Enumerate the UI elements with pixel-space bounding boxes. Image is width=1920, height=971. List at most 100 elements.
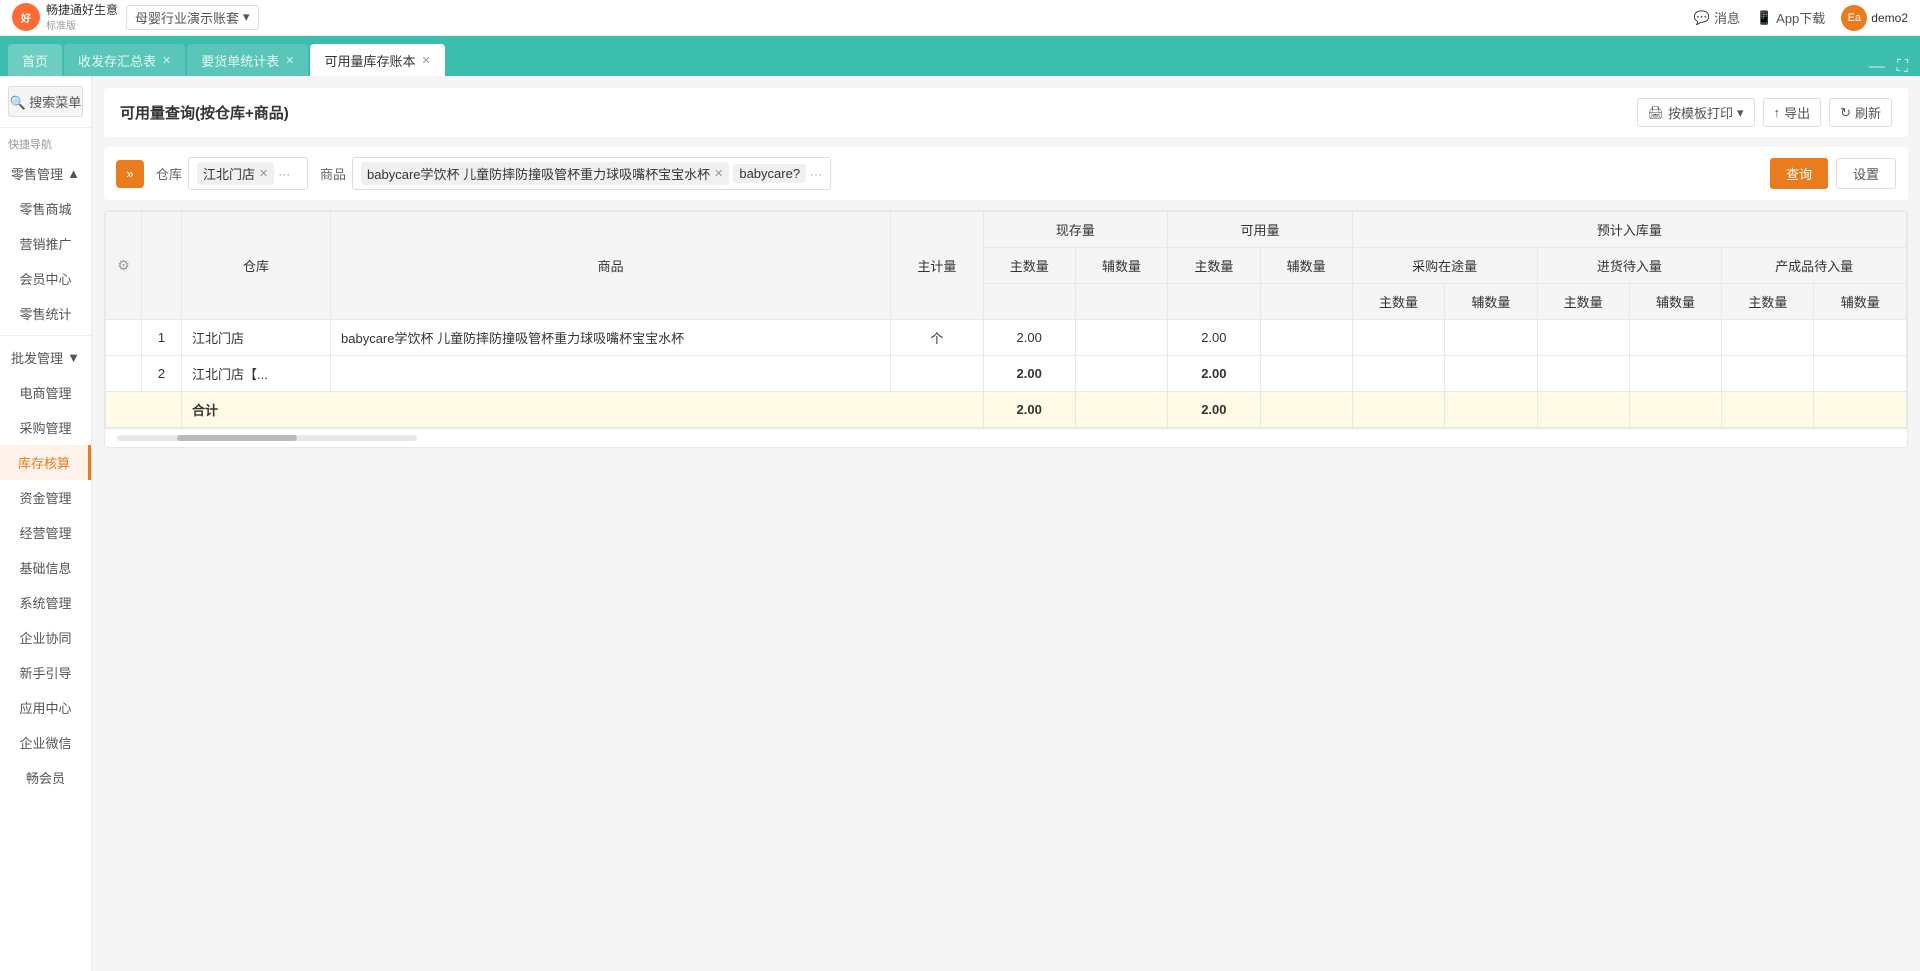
product-tag-1: babycare学饮杯 儿童防摔防撞吸管杯重力球吸嘴杯宝宝水杯 ✕	[361, 162, 729, 185]
sidebar-item-purchase[interactable]: 采购管理	[0, 410, 91, 445]
message-icon: 💬	[1694, 10, 1710, 26]
sidebar-item-retail-mall[interactable]: 零售商城	[0, 191, 91, 226]
warehouse-filter-label: 仓库	[156, 164, 182, 183]
sidebar-item-system[interactable]: 系统管理	[0, 585, 91, 620]
row2-stock-main: 2.00	[983, 356, 1075, 392]
content-area: 可用量查询(按仓库+商品) 🖨 按模板打印 ▾ ↑ 导出 ↻ 刷新	[92, 76, 1920, 971]
summary-incoming-aux	[1629, 392, 1721, 428]
tab-order-stats-label: 要货单统计表	[201, 51, 279, 70]
sidebar-item-inventory[interactable]: 库存核算	[0, 445, 91, 480]
sidebar-item-app-center[interactable]: 应用中心	[0, 690, 91, 725]
col-avail-aux2	[1260, 284, 1352, 320]
sidebar: 🔍 搜索菜单 快捷导航 零售管理 ▲ 零售商城 营销推广 会员中心 零售统计 批…	[0, 76, 92, 971]
nav-tabs: 首页 收发存汇总表 ✕ 要货单统计表 ✕ 可用量库存账本 ✕ — ⛶	[0, 36, 1920, 76]
warehouse-tag-close[interactable]: ✕	[259, 167, 268, 180]
sidebar-item-member-center[interactable]: 会员中心	[0, 261, 91, 296]
sidebar-item-finance[interactable]: 资金管理	[0, 480, 91, 515]
summary-avail-aux	[1260, 392, 1352, 428]
row2-incoming-main	[1537, 356, 1629, 392]
sidebar-item-retail-stats[interactable]: 零售统计	[0, 296, 91, 331]
sidebar-item-vip-member[interactable]: 畅会员	[0, 760, 91, 795]
logo-area: 好 畅捷通好生意 标准版	[12, 3, 118, 32]
refresh-btn[interactable]: ↻ 刷新	[1829, 98, 1892, 127]
table-container: ⚙ 仓库 商品 主计量 现存量 可用量 预计入库量 主数量 辅数量 主数量	[104, 210, 1908, 448]
query-btn[interactable]: 查询	[1770, 158, 1828, 189]
sidebar-item-basic-info[interactable]: 基础信息	[0, 550, 91, 585]
message-btn[interactable]: 💬 消息	[1694, 8, 1740, 27]
scrollbar-thumb[interactable]	[177, 435, 297, 441]
horizontal-scrollbar[interactable]	[117, 435, 417, 441]
sidebar-item-enterprise-wechat[interactable]: 企业微信	[0, 725, 91, 760]
col-avail-aux: 辅数量	[1260, 248, 1352, 284]
tab-available-stock[interactable]: 可用量库存账本 ✕	[310, 44, 444, 76]
industry-selector[interactable]: 母婴行业演示账套 ▾	[126, 5, 259, 30]
product-filter-label: 商品	[320, 164, 346, 183]
warehouse-more-icon: ···	[278, 167, 290, 181]
refresh-icon: ↻	[1840, 105, 1851, 121]
sidebar-item-ecommerce[interactable]: 电商管理	[0, 375, 91, 410]
page-header: 可用量查询(按仓库+商品) 🖨 按模板打印 ▾ ↑ 导出 ↻ 刷新	[104, 88, 1908, 137]
product-tag-1-close[interactable]: ✕	[714, 167, 723, 180]
row1-incoming-aux	[1629, 320, 1721, 356]
sidebar-vip-member-label: 畅会员	[26, 768, 65, 787]
tab-order-stats[interactable]: 要货单统计表 ✕	[187, 44, 308, 76]
row1-stock-main: 2.00	[983, 320, 1075, 356]
table-row: 2 江北门店【... 2.00 2.00	[106, 356, 1907, 392]
row1-stock-aux	[1075, 320, 1167, 356]
sidebar-item-enterprise-collab[interactable]: 企业协同	[0, 620, 91, 655]
tab-available-stock-close[interactable]: ✕	[422, 54, 431, 67]
summary-purchase-main	[1352, 392, 1444, 428]
nav-maximize-btn[interactable]: ⛶	[1893, 58, 1912, 76]
page-title: 可用量查询(按仓库+商品)	[120, 102, 289, 123]
row2-unit	[891, 356, 983, 392]
sidebar-item-marketing[interactable]: 营销推广	[0, 226, 91, 261]
summary-purchase-aux	[1445, 392, 1537, 428]
row1-avail-aux	[1260, 320, 1352, 356]
export-btn[interactable]: ↑ 导出	[1763, 98, 1822, 127]
top-bar-right: 💬 消息 📱 App下载 Ea demo2	[1694, 5, 1908, 31]
tab-home[interactable]: 首页	[8, 44, 62, 76]
row2-settings	[106, 356, 142, 392]
chevron-right-icon: »	[126, 166, 133, 181]
logo-text: 畅捷通好生意	[46, 3, 118, 17]
product-more-icon: ···	[810, 167, 822, 181]
col-stock-main2	[983, 284, 1075, 320]
sidebar-item-ops[interactable]: 经营管理	[0, 515, 91, 550]
row1-product: babycare学饮杯 儿童防摔防撞吸管杯重力球吸嘴杯宝宝水杯	[331, 320, 891, 356]
col-avail-main: 主数量	[1168, 248, 1260, 284]
filter-expand-btn[interactable]: »	[116, 160, 144, 188]
col-warehouse: 仓库	[182, 212, 331, 320]
col-incoming-main: 主数量	[1537, 284, 1629, 320]
data-table: ⚙ 仓库 商品 主计量 现存量 可用量 预计入库量 主数量 辅数量 主数量	[105, 211, 1907, 428]
tab-receive-summary-close[interactable]: ✕	[162, 54, 171, 67]
user-area[interactable]: Ea demo2	[1841, 5, 1908, 31]
product-filter-input[interactable]: babycare学饮杯 儿童防摔防撞吸管杯重力球吸嘴杯宝宝水杯 ✕ babyca…	[352, 157, 831, 190]
col-purchase-aux: 辅数量	[1445, 284, 1537, 320]
row1-settings	[106, 320, 142, 356]
sidebar-quick-nav-label: 快捷导航	[0, 128, 91, 156]
row1-unit: 个	[891, 320, 983, 356]
tab-order-stats-close[interactable]: ✕	[285, 54, 294, 67]
row2-seq: 2	[142, 356, 182, 392]
sidebar-purchase-label: 采购管理	[19, 418, 71, 437]
print-icon: 🖨	[1648, 105, 1665, 121]
app-download-btn[interactable]: 📱 App下载	[1756, 8, 1825, 27]
nav-end-btns: — ⛶	[1865, 58, 1920, 76]
sidebar-item-new-guide[interactable]: 新手引导	[0, 655, 91, 690]
sidebar-search-btn[interactable]: 🔍 搜索菜单	[8, 86, 83, 117]
sidebar-basic-info-label: 基础信息	[19, 558, 71, 577]
nav-minimize-btn[interactable]: —	[1865, 58, 1889, 76]
sidebar-retail-mgmt-label: 零售管理	[11, 164, 63, 183]
col-seq	[142, 212, 182, 320]
col-production-incoming: 产成品待入量	[1722, 248, 1907, 284]
warehouse-filter-input[interactable]: 江北门店 ✕ ···	[188, 157, 308, 190]
sidebar-item-wholesale-mgmt[interactable]: 批发管理 ▼	[0, 340, 91, 375]
warehouse-tag: 江北门店 ✕	[197, 162, 274, 185]
tab-receive-summary[interactable]: 收发存汇总表 ✕	[64, 44, 185, 76]
gear-icon[interactable]: ⚙	[117, 257, 130, 273]
col-product: 商品	[331, 212, 891, 320]
settings-btn[interactable]: 设置	[1836, 158, 1896, 189]
print-template-btn[interactable]: 🖨 按模板打印 ▾	[1637, 98, 1755, 127]
sidebar-item-retail-mgmt[interactable]: 零售管理 ▲	[0, 156, 91, 191]
sidebar-wholesale-label: 批发管理	[11, 348, 63, 367]
